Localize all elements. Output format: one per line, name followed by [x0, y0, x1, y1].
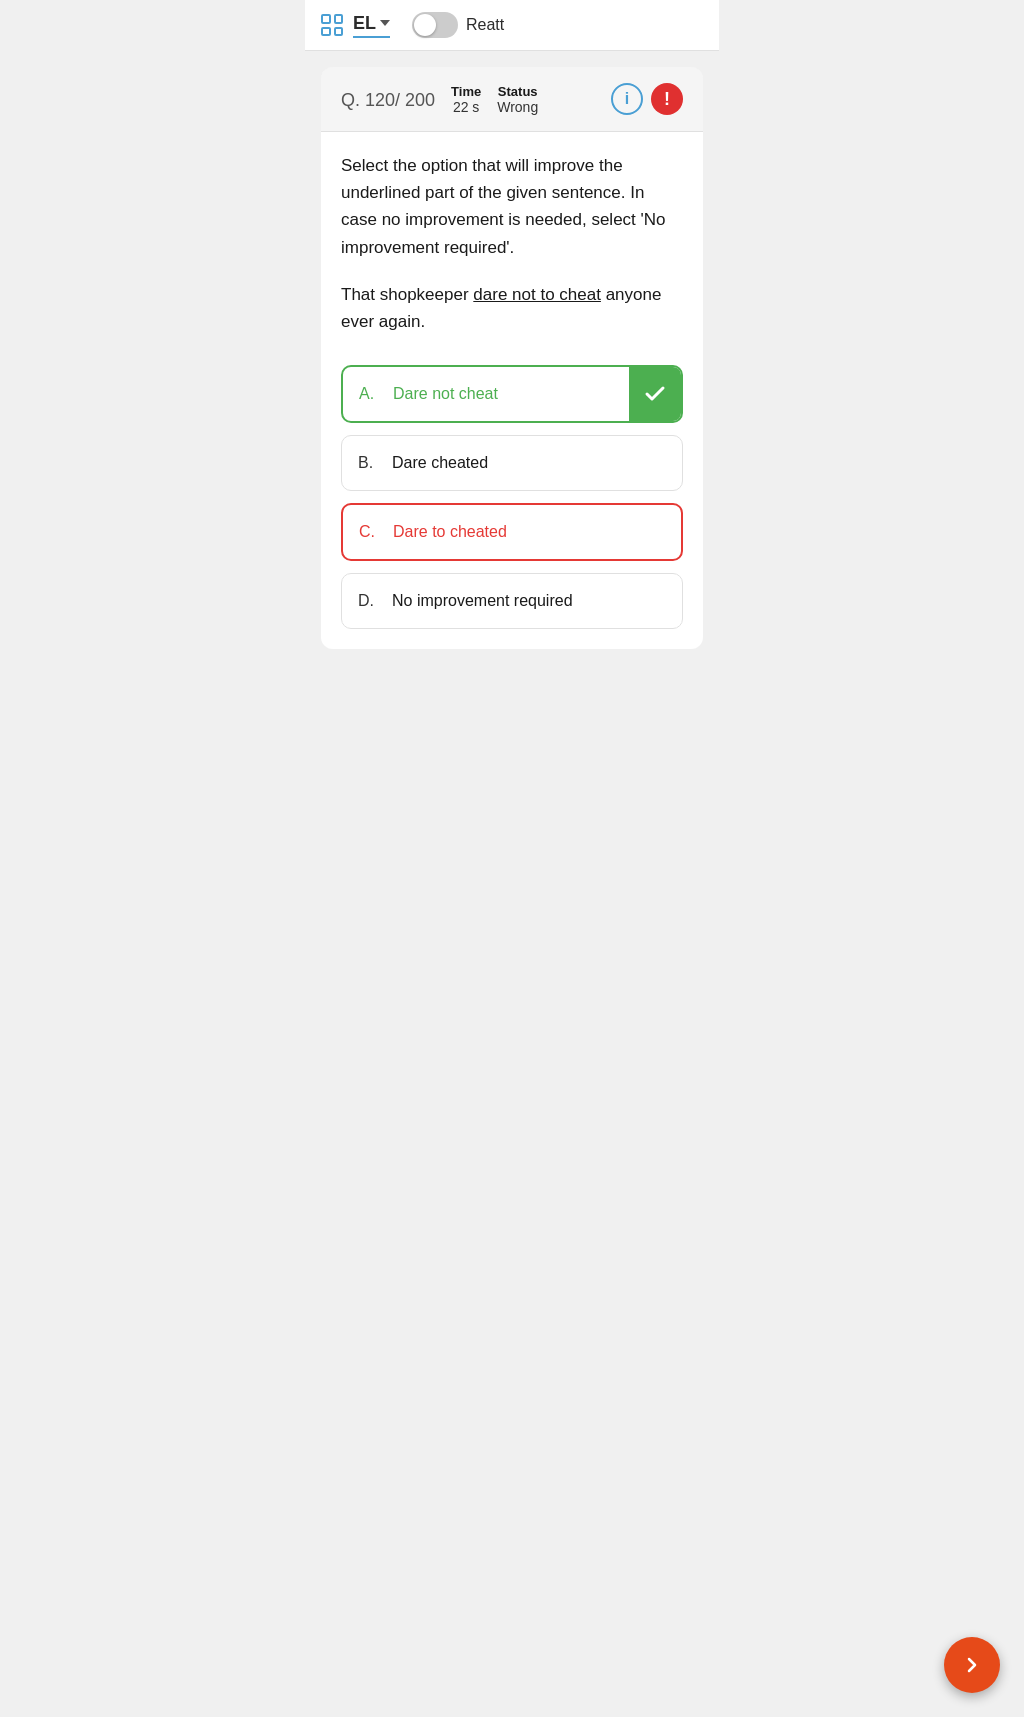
time-block: Time 22 s: [451, 84, 481, 115]
option-a[interactable]: A. Dare not cheat: [341, 365, 683, 423]
option-d-text: No improvement required: [392, 592, 573, 610]
time-label: Time: [451, 84, 481, 99]
option-c[interactable]: C. Dare to cheated: [341, 503, 683, 561]
toggle-container: Reatt: [412, 12, 504, 38]
sentence-before: That shopkeeper: [341, 285, 473, 304]
grid-icon: [321, 14, 343, 36]
status-value: Wrong: [497, 99, 538, 115]
option-d-letter: D.: [358, 592, 378, 610]
option-c-text: Dare to cheated: [393, 523, 507, 541]
toggle-knob: [414, 14, 436, 36]
el-label: EL: [353, 13, 376, 34]
chevron-down-icon: [380, 20, 390, 26]
header-icons: i !: [611, 83, 683, 115]
question-number: Q. 120/ 200: [341, 86, 435, 112]
option-b[interactable]: B. Dare cheated: [341, 435, 683, 491]
sentence-text: That shopkeeper dare not to cheat anyone…: [341, 281, 683, 335]
question-header: Q. 120/ 200 Time 22 s Status Wrong i !: [321, 67, 703, 132]
q-number: Q. 120: [341, 90, 395, 110]
option-a-text: Dare not cheat: [393, 385, 498, 403]
options-container: A. Dare not cheat B. Dare cheated C. Dar…: [341, 365, 683, 629]
time-value: 22 s: [451, 99, 481, 115]
option-b-letter: B.: [358, 454, 378, 472]
alert-button[interactable]: !: [651, 83, 683, 115]
reatt-label: Reatt: [466, 16, 504, 34]
info-button[interactable]: i: [611, 83, 643, 115]
sentence-underlined: dare not to cheat: [473, 285, 601, 304]
top-bar: EL Reatt: [305, 0, 719, 51]
option-b-text: Dare cheated: [392, 454, 488, 472]
main-card: Q. 120/ 200 Time 22 s Status Wrong i ! S…: [321, 67, 703, 649]
option-d[interactable]: D. No improvement required: [341, 573, 683, 629]
question-body: Select the option that will improve the …: [321, 132, 703, 649]
el-dropdown[interactable]: EL: [353, 13, 390, 38]
instruction-text: Select the option that will improve the …: [341, 152, 683, 261]
correct-badge: [629, 367, 681, 421]
q-total: / 200: [395, 90, 435, 110]
status-block: Status Wrong: [497, 84, 538, 115]
option-c-letter: C.: [359, 523, 379, 541]
status-label: Status: [497, 84, 538, 99]
option-a-letter: A.: [359, 385, 379, 403]
reatt-toggle[interactable]: [412, 12, 458, 38]
